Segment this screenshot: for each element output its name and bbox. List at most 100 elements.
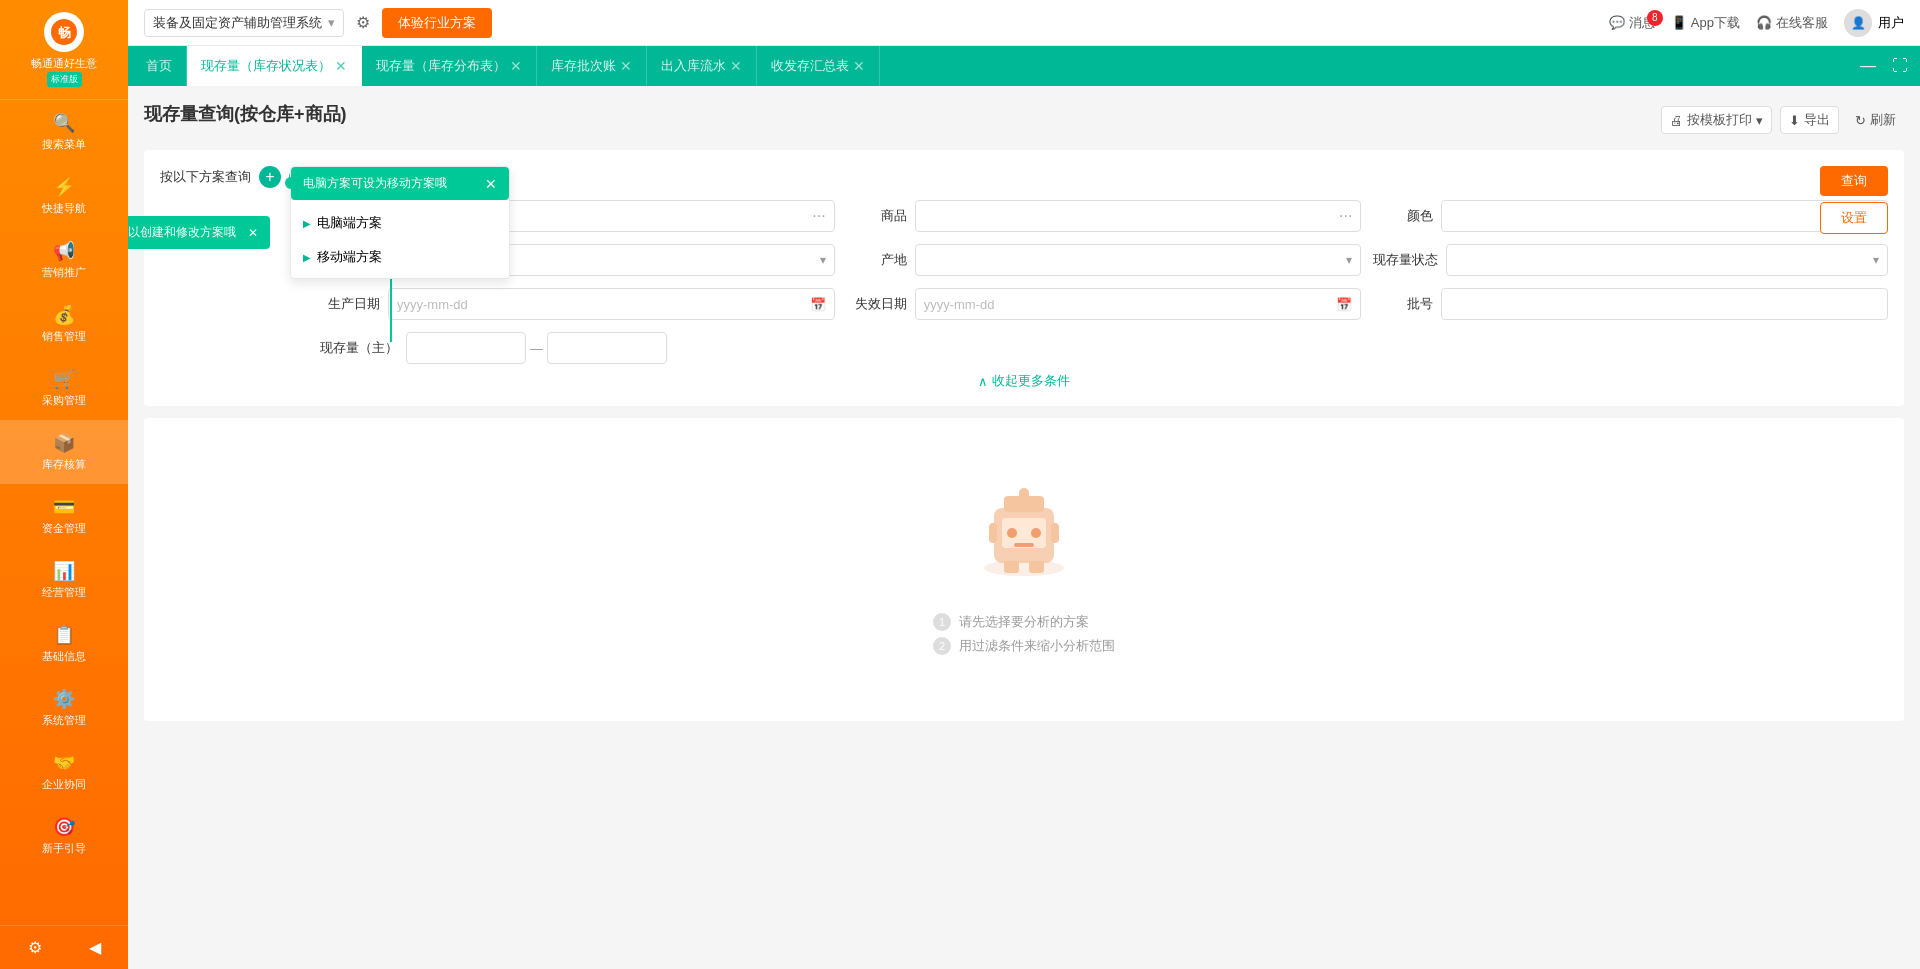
empty-step-1: 1 请先选择要分析的方案 bbox=[933, 613, 1115, 631]
filter-header-label: 按以下方案查询 bbox=[160, 168, 251, 186]
topbar-actions: 💬 消息 8 📱 App下载 🎧 在线客服 👤 用户 bbox=[1609, 9, 1904, 37]
calendar-icon-2[interactable]: 📅 bbox=[1336, 297, 1352, 312]
export-btn[interactable]: ⬇ 导出 bbox=[1780, 106, 1839, 134]
sidebar-item-operations[interactable]: 📊 经营管理 bbox=[0, 548, 128, 612]
sidebar-item-basic[interactable]: 📋 基础信息 bbox=[0, 612, 128, 676]
online-support-btn[interactable]: 🎧 在线客服 bbox=[1756, 14, 1828, 32]
refresh-btn[interactable]: ↻ 刷新 bbox=[1847, 107, 1904, 133]
sidebar-item-system[interactable]: ⚙️ 系统管理 bbox=[0, 676, 128, 740]
filter-row-1: 仓库 ··· 商品 ··· 颜色 bbox=[320, 200, 1888, 232]
reset-btn[interactable]: 设置 bbox=[1820, 202, 1888, 234]
tab-close-icon[interactable]: ✕ bbox=[510, 58, 522, 74]
goods-select[interactable]: ··· bbox=[915, 200, 1362, 232]
app-download-btn[interactable]: 📱 App下载 bbox=[1671, 14, 1740, 32]
page-header-actions: 🖨 按模板打印 ▾ ⬇ 导出 ↻ 刷新 bbox=[1661, 106, 1904, 134]
tab-stock-dist-label: 现存量（库存分布表） bbox=[376, 57, 506, 75]
collapse-btn[interactable]: ∧ 收起更多条件 bbox=[978, 372, 1070, 390]
create-scheme-close-btn[interactable]: ✕ bbox=[248, 226, 258, 240]
tab-close-icon[interactable]: ✕ bbox=[620, 58, 632, 74]
scheme-list-item-desktop[interactable]: ▶ 电脑端方案 bbox=[291, 206, 509, 240]
origin-select[interactable]: ▾ bbox=[915, 244, 1362, 276]
tab-maximize-btn[interactable]: ⛶ bbox=[1884, 57, 1916, 75]
sidebar-item-label: 营销推广 bbox=[42, 265, 86, 280]
sidebar-item-inventory[interactable]: 📦 库存核算 bbox=[0, 420, 128, 484]
tab-inout[interactable]: 出入库流水 ✕ bbox=[647, 46, 757, 86]
calendar-icon[interactable]: 📅 bbox=[810, 297, 826, 312]
sidebar-item-search[interactable]: 🔍 搜索菜单 bbox=[0, 100, 128, 164]
message-btn[interactable]: 💬 消息 8 bbox=[1609, 14, 1655, 32]
goods-dots[interactable]: ··· bbox=[1339, 207, 1352, 225]
filter-group-batch: 批号 bbox=[1373, 288, 1888, 320]
tab-stock-dist[interactable]: 现存量（库存分布表） ✕ bbox=[362, 46, 537, 86]
add-scheme-btn[interactable]: + bbox=[259, 166, 281, 188]
step-num-1: 1 bbox=[933, 613, 951, 631]
sidebar-item-finance[interactable]: 💳 资金管理 bbox=[0, 484, 128, 548]
batch-input[interactable] bbox=[1441, 288, 1888, 320]
sidebar-collapse-btn[interactable]: ◀ bbox=[85, 934, 105, 961]
print-btn[interactable]: 🖨 按模板打印 ▾ bbox=[1661, 106, 1772, 134]
purchase-icon: 🛒 bbox=[53, 368, 75, 390]
empty-illustration bbox=[964, 478, 1084, 597]
sidebar-item-quick-nav[interactable]: ⚡ 快捷导航 bbox=[0, 164, 128, 228]
empty-steps: 1 请先选择要分析的方案 2 用过滤条件来缩小分析范围 bbox=[933, 613, 1115, 661]
scheme-mobile-label: 移动端方案 bbox=[317, 248, 382, 266]
user-label: 用户 bbox=[1878, 14, 1904, 32]
tab-close-icon[interactable]: ✕ bbox=[730, 58, 742, 74]
expand-icon: ▶ bbox=[303, 218, 311, 229]
tab-close-icon[interactable]: ✕ bbox=[335, 58, 347, 74]
filter-action-btns: 查询 设置 bbox=[1820, 166, 1888, 234]
tab-stock-status-label: 现存量（库存状况表） bbox=[201, 57, 331, 75]
stock-qty-min[interactable] bbox=[406, 332, 526, 364]
system-selector[interactable]: 装备及固定资产辅助管理系统 ▾ bbox=[144, 9, 344, 37]
expire-date-input[interactable]: yyyy-mm-dd 📅 bbox=[915, 288, 1362, 320]
prod-date-input[interactable]: yyyy-mm-dd 📅 bbox=[388, 288, 835, 320]
search-btn[interactable]: 查询 bbox=[1820, 166, 1888, 196]
industry-btn[interactable]: 体验行业方案 bbox=[382, 8, 492, 38]
stock-status-select[interactable]: ▾ bbox=[1446, 244, 1888, 276]
sidebar-item-guide[interactable]: 🎯 新手引导 bbox=[0, 804, 128, 868]
svg-rect-8 bbox=[989, 523, 997, 543]
topbar-settings-btn[interactable]: ⚙ bbox=[356, 13, 370, 32]
tab-minimize-btn[interactable]: — bbox=[1852, 57, 1884, 75]
sidebar-item-enterprise[interactable]: 🤝 企业协同 bbox=[0, 740, 128, 804]
sidebar-item-label: 资金管理 bbox=[42, 521, 86, 536]
warehouse-dots[interactable]: ··· bbox=[812, 207, 825, 225]
svg-rect-7 bbox=[1014, 543, 1034, 547]
stock-qty-range: — bbox=[406, 332, 667, 364]
user-btn[interactable]: 👤 用户 bbox=[1844, 9, 1904, 37]
svg-point-6 bbox=[1031, 528, 1041, 538]
enterprise-icon: 🤝 bbox=[53, 752, 75, 774]
tab-stock-status[interactable]: 现存量（库存状况表） ✕ bbox=[187, 46, 362, 86]
filter-group-expire-date: 失效日期 yyyy-mm-dd 📅 bbox=[847, 288, 1362, 320]
stock-status-label: 现存量状态 bbox=[1373, 251, 1438, 269]
filter-group-prod-date: 生产日期 yyyy-mm-dd 📅 bbox=[320, 288, 835, 320]
tab-close-icon[interactable]: ✕ bbox=[853, 58, 865, 74]
filter-group-origin: 产地 ▾ bbox=[847, 244, 1362, 276]
sidebar-item-marketing[interactable]: 📢 营销推广 bbox=[0, 228, 128, 292]
refresh-icon: ↻ bbox=[1855, 113, 1866, 128]
svg-rect-9 bbox=[1051, 523, 1059, 543]
chevron-down-icon: ▾ bbox=[1756, 113, 1763, 128]
sidebar-bottom: ⚙ ◀ bbox=[0, 925, 128, 969]
tab-collect[interactable]: 收发存汇总表 ✕ bbox=[757, 46, 880, 86]
scheme-desktop-label: 电脑端方案 bbox=[317, 214, 382, 232]
tab-stock-batch[interactable]: 库存批次账 ✕ bbox=[537, 46, 647, 86]
tab-home[interactable]: 首页 bbox=[132, 46, 187, 86]
app-download-label: App下载 bbox=[1691, 14, 1740, 32]
message-badge: 8 bbox=[1647, 10, 1663, 26]
sidebar-item-label: 经营管理 bbox=[42, 585, 86, 600]
size-chevron: ▾ bbox=[820, 253, 826, 267]
create-scheme-tooltip: 这里可以创建和修改方案哦 ✕ bbox=[128, 216, 270, 249]
online-support-label: 在线客服 bbox=[1776, 14, 1828, 32]
search-icon: 🔍 bbox=[53, 112, 75, 134]
scheme-tooltip-close-btn[interactable]: ✕ bbox=[485, 176, 497, 192]
sidebar-item-purchase[interactable]: 🛒 采购管理 bbox=[0, 356, 128, 420]
avatar: 👤 bbox=[1844, 9, 1872, 37]
tab-stock-batch-label: 库存批次账 bbox=[551, 57, 616, 75]
sidebar-settings-btn[interactable]: ⚙ bbox=[24, 934, 46, 961]
sidebar-item-sales[interactable]: 💰 销售管理 bbox=[0, 292, 128, 356]
scheme-list-item-mobile[interactable]: ▶ 移动端方案 bbox=[291, 240, 509, 274]
stock-qty-max[interactable] bbox=[547, 332, 667, 364]
batch-label: 批号 bbox=[1373, 295, 1433, 313]
tab-inout-label: 出入库流水 bbox=[661, 57, 726, 75]
